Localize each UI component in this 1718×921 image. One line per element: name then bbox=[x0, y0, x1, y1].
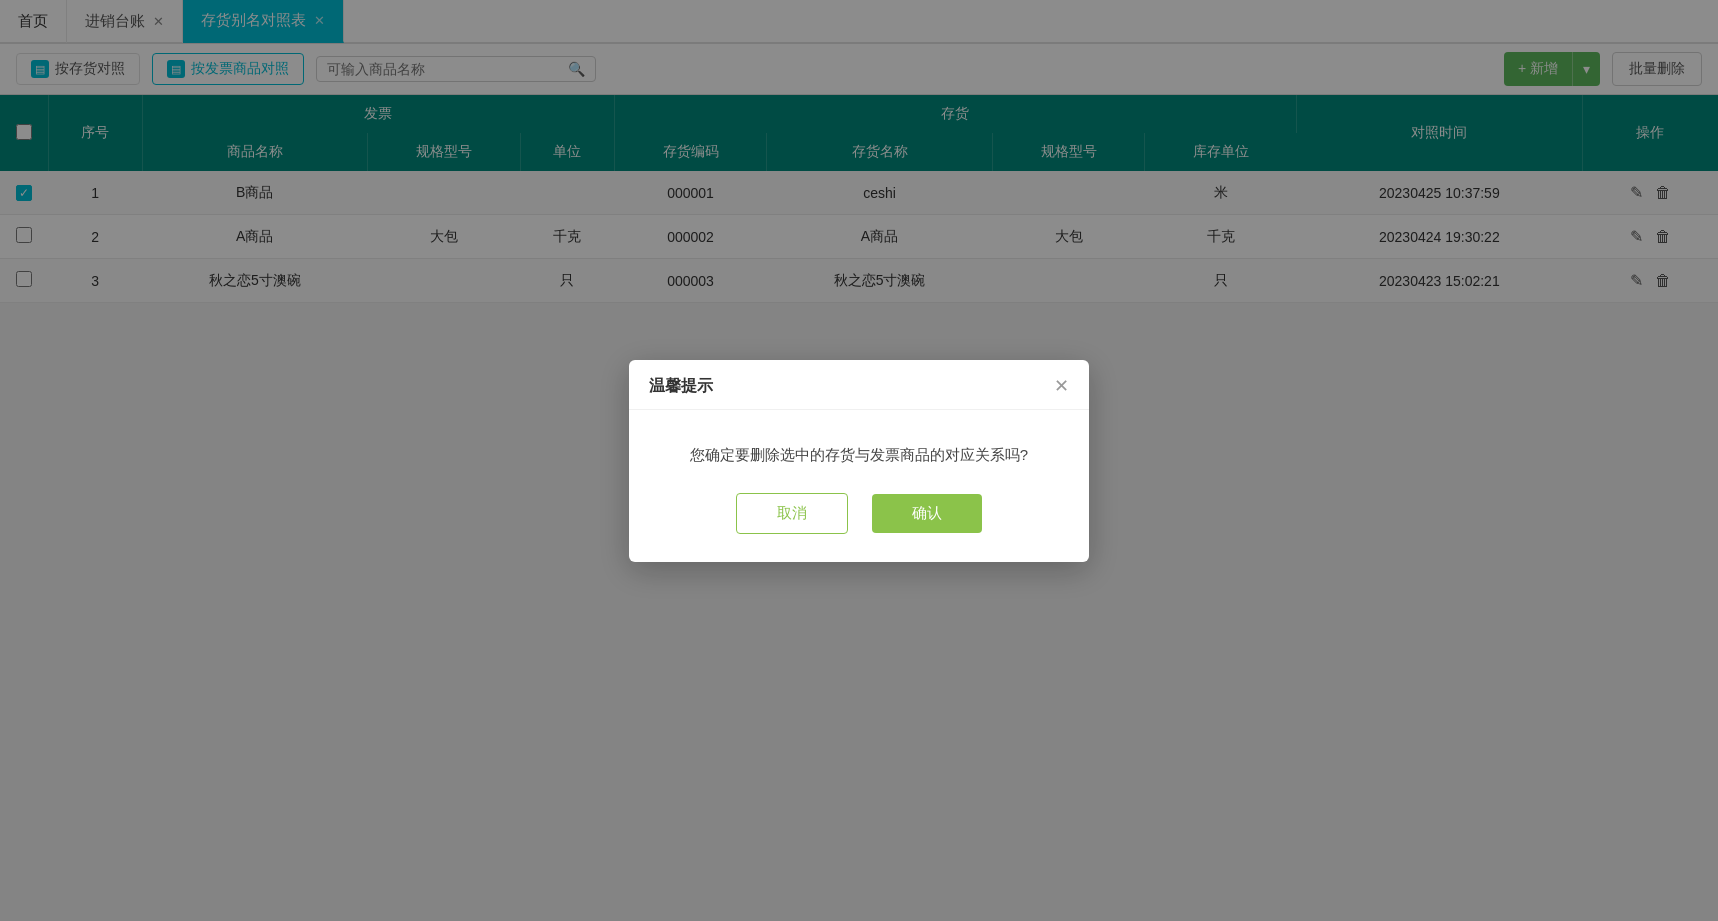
modal-overlay[interactable]: 温馨提示 ✕ 您确定要删除选中的存货与发票商品的对应关系吗? 取消 确认 bbox=[0, 0, 1718, 303]
